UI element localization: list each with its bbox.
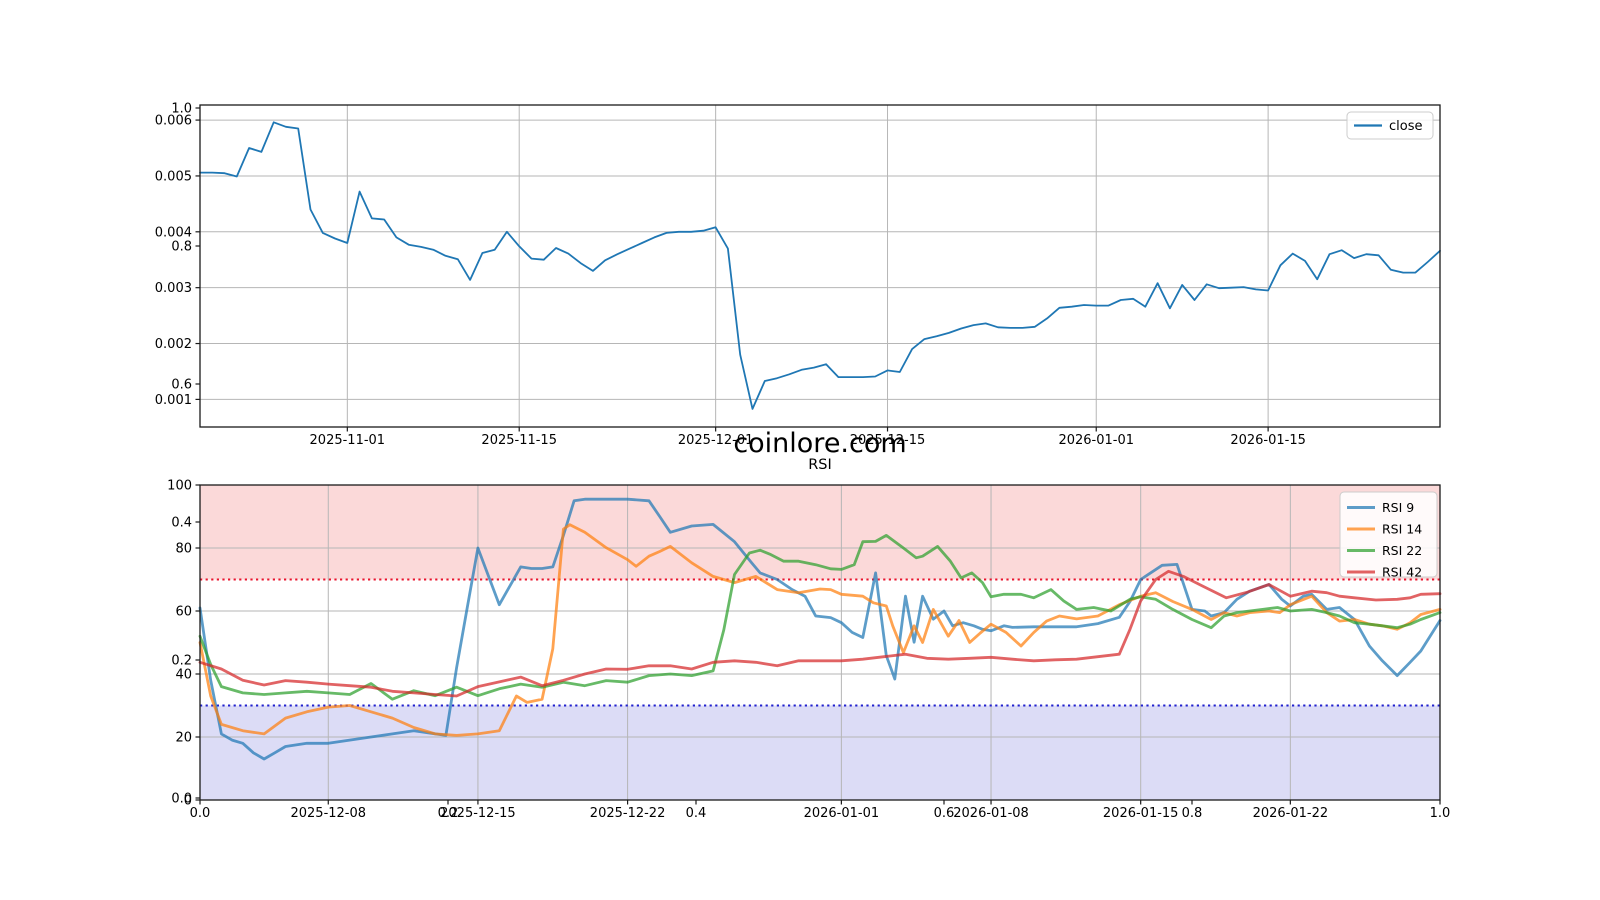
rsi-y-tick-label: 40 xyxy=(175,668,192,683)
outer-x-tick-label: 0.4 xyxy=(686,806,707,821)
rsi-y-tick-label: 20 xyxy=(175,731,192,746)
price-y-tick-label: 0.001 xyxy=(155,393,192,408)
price-y-tick-label: 0.003 xyxy=(155,281,192,296)
rsi-y-tick-label: 80 xyxy=(175,542,192,557)
rsi-y-tick-label: 100 xyxy=(167,479,192,494)
rsi-title: RSI xyxy=(808,457,832,473)
price-x-tick-label: 2026-01-01 xyxy=(1058,433,1134,448)
rsi-legend-label: RSI 42 xyxy=(1382,565,1422,580)
oversold-band xyxy=(200,705,1440,800)
outer-y-tick-label: 0.2 xyxy=(171,654,192,669)
rsi-legend-label: RSI 14 xyxy=(1382,522,1422,537)
outer-y-tick-label: 0.4 xyxy=(171,516,192,531)
rsi-legend-label: RSI 9 xyxy=(1382,500,1414,515)
price-x-tick-label: 2026-01-15 xyxy=(1230,433,1306,448)
price-legend: close xyxy=(1346,111,1434,140)
price-y-tick-label: 0.006 xyxy=(155,114,192,129)
rsi-x-tick-label: 2026-01-08 xyxy=(953,806,1029,821)
rsi-legend-label: RSI 22 xyxy=(1382,543,1422,558)
rsi-x-tick-label: 2025-12-22 xyxy=(590,806,666,821)
chart-canvas: 0.00.20.40.60.81.00.0 0.2 0.4 0.6 0.8 1.00.00… xyxy=(155,102,1451,822)
close-line xyxy=(199,121,1441,410)
rsi-x-tick-label: 2025-12-15 xyxy=(440,806,516,821)
rsi-chart: 0 20 40 60 80 100 2025-12-08 2025-12-15 2025-12-… xyxy=(167,479,1442,821)
outer-y-tick-label: 0.8 xyxy=(171,240,192,255)
outer-x-tick-label: 0.8 xyxy=(1182,806,1203,821)
price-y-tick-label: 0.004 xyxy=(155,225,192,240)
outer-y-tick-label: 0.6 xyxy=(171,378,192,393)
price-frame xyxy=(199,104,1441,428)
price-x-tick-label: 2025-11-15 xyxy=(481,433,557,448)
price-y-tick-label: 0.005 xyxy=(155,169,192,184)
price-y-tick-label: 0.002 xyxy=(155,337,192,352)
price-legend-label: close xyxy=(1389,119,1422,134)
rsi-x-tick-label: 2026-01-15 xyxy=(1103,806,1179,821)
outer-x-tick-label: 0.0 xyxy=(190,806,211,821)
rsi-x-tick-label: 2026-01-01 xyxy=(804,806,880,821)
rsi-y-tick-label: 0 xyxy=(184,794,192,809)
rsi-legend: RSI 9 RSI 14 RSI 22 RSI 42 xyxy=(1339,491,1438,580)
price-rsi-figure: 0.0 0.2 0.4 0.6 0.8 1.0 0.0 0.2 0.4 0.6 0.8 1.0 0.00… xyxy=(0,0,1600,900)
rsi-x-tick-label: 2026-01-22 xyxy=(1253,806,1329,821)
rsi-x-tick-label: 2025-12-08 xyxy=(290,806,366,821)
outer-x-tick-label: 1.0 xyxy=(1430,806,1451,821)
price-chart: 0.001 0.002 0.003 0.004 0.005 0.006 2025-11-01… xyxy=(155,104,1441,448)
rsi-y-tick-label: 60 xyxy=(175,605,192,620)
price-x-tick-label: 2025-11-01 xyxy=(310,433,386,448)
watermark: coinlore.com xyxy=(733,428,906,459)
outer-x-tick-label: 0.6 xyxy=(934,806,955,821)
